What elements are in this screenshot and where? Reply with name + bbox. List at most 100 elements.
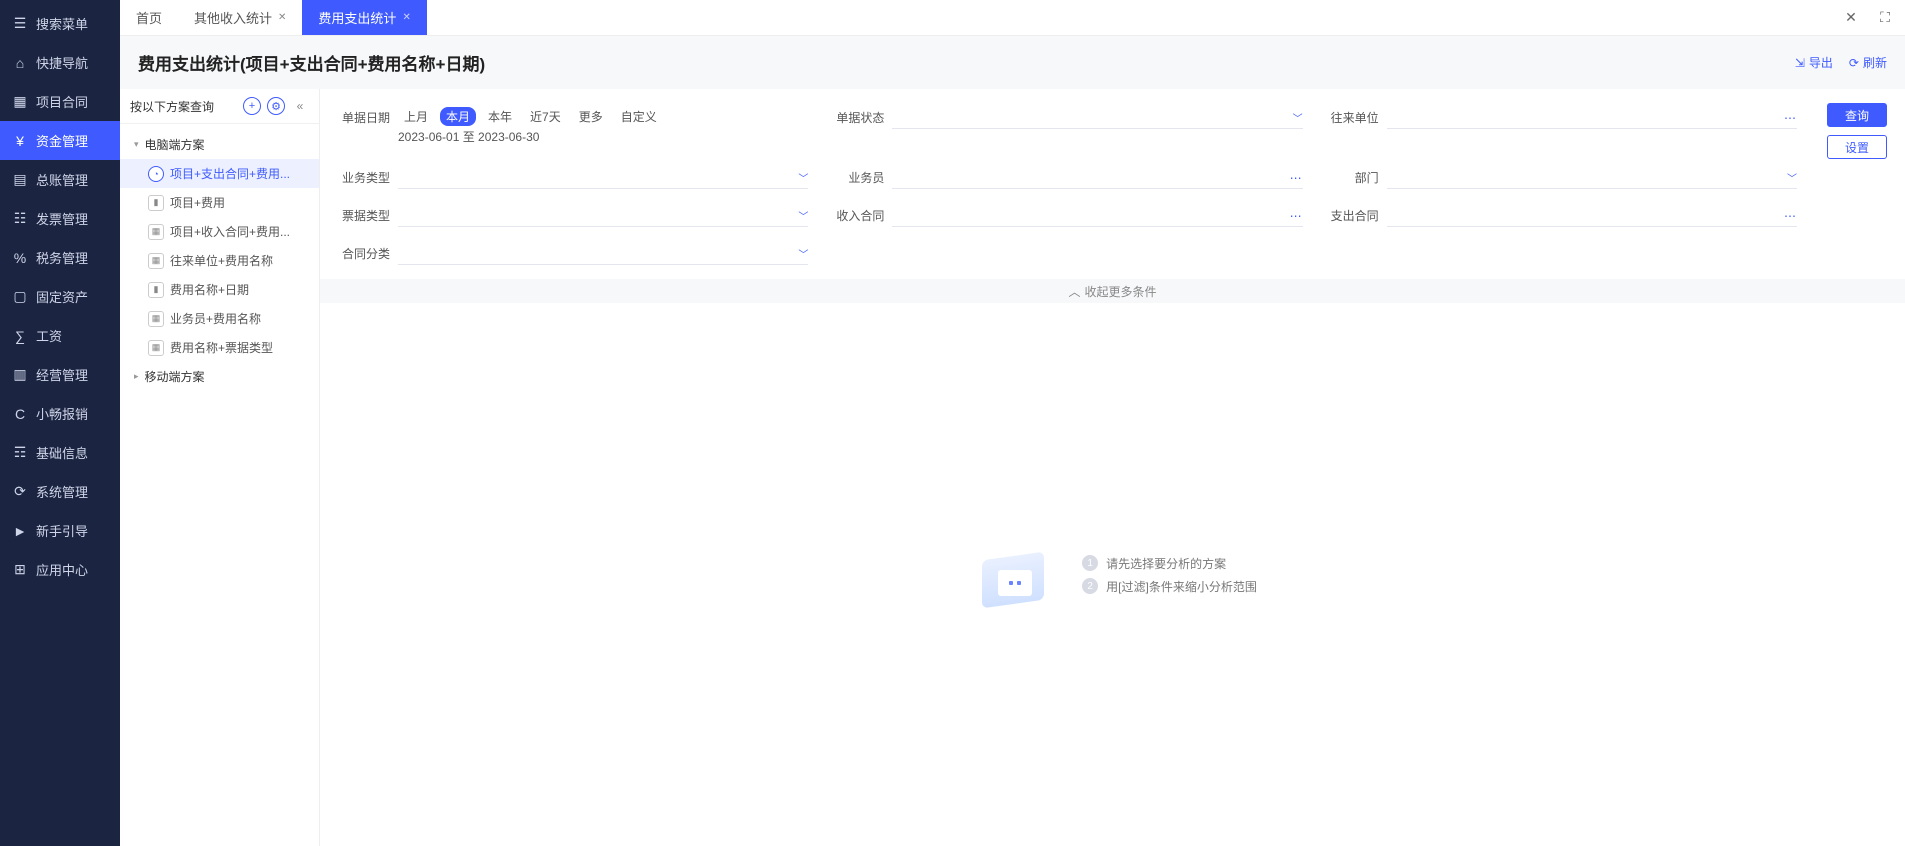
tab-bar: 首页其他收入统计✕费用支出统计✕ ✕ ⛶ <box>120 0 1905 36</box>
sidebar-item-1[interactable]: ⌂ 快捷导航 <box>0 43 120 82</box>
sidebar-label: 工资 <box>36 326 62 345</box>
add-plan-button[interactable]: + <box>243 97 261 115</box>
tree-leaf-0-0[interactable]: ◔项目+支出合同+费用... <box>120 159 319 188</box>
sidebar-label: 发票管理 <box>36 209 88 228</box>
filter-input[interactable]: ﹀ <box>398 167 808 189</box>
tree-leaf-0-6[interactable]: ▦费用名称+票据类型 <box>120 333 319 362</box>
filter-label: 往来单位 <box>1327 107 1387 126</box>
sidebar-item-6[interactable]: %税务管理 <box>0 238 120 277</box>
sidebar-label: 固定资产 <box>36 287 88 306</box>
sidebar-icon: ⊞ <box>12 562 28 578</box>
close-icon[interactable]: ✕ <box>1839 6 1863 30</box>
settings-button[interactable]: 设置 <box>1827 135 1887 159</box>
sidebar-item-7[interactable]: ▢固定资产 <box>0 277 120 316</box>
refresh-icon: ⟳ <box>1849 56 1859 70</box>
sidebar-item-12[interactable]: ⟳系统管理 <box>0 472 120 511</box>
filter-label: 业务类型 <box>338 167 398 186</box>
tree-group-label: 移动端方案 <box>145 368 205 385</box>
tab-2[interactable]: 费用支出统计✕ <box>302 0 426 35</box>
tree-group-0[interactable]: ▾电脑端方案 <box>120 130 319 159</box>
tab-0[interactable]: 首页 <box>120 0 178 35</box>
refresh-button[interactable]: ⟳ 刷新 <box>1849 54 1887 71</box>
filter-收入合同: 收入合同⋯ <box>832 197 1302 235</box>
sidebar-icon: ☰ <box>12 16 28 32</box>
page-header: 费用支出统计(项目+支出合同+费用名称+日期) ⇲ 导出 ⟳ 刷新 <box>120 36 1905 89</box>
filter-input[interactable]: ﹀ <box>1387 167 1797 189</box>
fullscreen-icon[interactable]: ⛶ <box>1873 6 1897 30</box>
sidebar-item-14[interactable]: ⊞应用中心 <box>0 550 120 589</box>
filter-票据类型: 票据类型﹀ <box>338 197 808 235</box>
sidebar-item-11[interactable]: ☶基础信息 <box>0 433 120 472</box>
filter-label: 单据状态 <box>832 107 892 126</box>
date-range-text: 2023-06-01 至 2023-06-30 <box>398 128 663 145</box>
date-option[interactable]: 近7天 <box>524 107 567 126</box>
sidebar-label: 搜索菜单 <box>36 14 88 33</box>
empty-step-2: 2用[过滤]条件来缩小分析范围 <box>1082 578 1257 595</box>
tree-leaf-0-2[interactable]: ▦项目+收入合同+费用... <box>120 217 319 246</box>
sidebar-item-8[interactable]: ∑ 工资 <box>0 316 120 355</box>
filter-input[interactable]: ﹀ <box>398 205 808 227</box>
filter-input[interactable]: ⋯ <box>1387 205 1797 227</box>
leaf-label: 费用名称+日期 <box>170 281 249 298</box>
query-button[interactable]: 查询 <box>1827 103 1887 127</box>
sidebar-item-10[interactable]: C小畅报销 <box>0 394 120 433</box>
sidebar-label: 系统管理 <box>36 482 88 501</box>
sidebar-label: 总账管理 <box>36 170 88 189</box>
filter-actions: 查询设置 <box>1827 99 1887 159</box>
sidebar-label: 新手引导 <box>36 521 88 540</box>
date-option[interactable]: 上月 <box>398 107 434 126</box>
date-option[interactable]: 本年 <box>482 107 518 126</box>
tree-leaf-0-5[interactable]: ▦业务员+费用名称 <box>120 304 319 333</box>
caret-icon: ▸ <box>134 371 139 382</box>
sidebar-label: 快捷导航 <box>36 53 88 72</box>
filter-label: 合同分类 <box>338 243 398 262</box>
filter-往来单位: 往来单位⋯ <box>1327 99 1797 159</box>
tree-leaf-0-4[interactable]: ▮费用名称+日期 <box>120 275 319 304</box>
date-option[interactable]: 本月 <box>440 107 476 126</box>
sidebar-item-0[interactable]: ☰ 搜索菜单 <box>0 4 120 43</box>
sidebar-item-2[interactable]: ▦ 项目合同 <box>0 82 120 121</box>
page-title: 费用支出统计(项目+支出合同+费用名称+日期) <box>138 50 485 75</box>
tab-close-icon[interactable]: ✕ <box>402 12 410 23</box>
sidebar-label: 小畅报销 <box>36 404 88 423</box>
filter-input[interactable]: ﹀ <box>892 107 1302 129</box>
sidebar-icon: ☷ <box>12 211 28 227</box>
sidebar-icon: ▦ <box>12 94 28 110</box>
empty-illustration <box>968 530 1058 620</box>
sidebar-item-9[interactable]: ▥经营管理 <box>0 355 120 394</box>
leaf-label: 项目+支出合同+费用... <box>170 165 290 182</box>
date-option[interactable]: 自定义 <box>615 107 663 126</box>
filter-input[interactable]: ⋯ <box>892 205 1302 227</box>
sidebar-label: 经营管理 <box>36 365 88 384</box>
tab-close-icon[interactable]: ✕ <box>278 12 286 23</box>
leaf-label: 往来单位+费用名称 <box>170 252 273 269</box>
sidebar-label: 项目合同 <box>36 92 88 111</box>
leaf-icon: ▦ <box>148 311 164 327</box>
tab-1[interactable]: 其他收入统计 ✕ <box>178 0 302 35</box>
collapse-filters-button[interactable]: ︿ 收起更多条件 <box>320 279 1905 303</box>
sidebar-item-3[interactable]: ¥资金管理 <box>0 121 120 160</box>
tab-label: 其他收入统计 <box>194 8 272 27</box>
tree-group-label: 电脑端方案 <box>145 136 205 153</box>
leaf-icon: ▦ <box>148 253 164 269</box>
tree-leaf-0-1[interactable]: ▮项目+费用 <box>120 188 319 217</box>
tree-group-1[interactable]: ▸ 移动端方案 <box>120 362 319 391</box>
filter-label: 部门 <box>1327 167 1387 186</box>
date-option[interactable]: 更多 <box>573 107 609 126</box>
filter-input[interactable]: ﹀ <box>398 243 808 265</box>
plan-settings-button[interactable]: ⚙ <box>267 97 285 115</box>
filter-input[interactable]: ⋯ <box>892 167 1302 189</box>
filter-input[interactable]: ⋯ <box>1387 107 1797 129</box>
sidebar-item-5[interactable]: ☷ 发票管理 <box>0 199 120 238</box>
sidebar-item-13[interactable]: ►新手引导 <box>0 511 120 550</box>
sidebar-icon: % <box>12 250 28 266</box>
sidebar-label: 基础信息 <box>36 443 88 462</box>
collapse-plan-icon[interactable]: « <box>291 97 309 115</box>
sidebar-item-4[interactable]: ▤总账管理 <box>0 160 120 199</box>
filter-label: 单据日期 <box>338 107 398 126</box>
tree-leaf-0-3[interactable]: ▦ 往来单位+费用名称 <box>120 246 319 275</box>
sidebar-icon: ⌂ <box>12 55 28 71</box>
export-button[interactable]: ⇲ 导出 <box>1795 54 1833 71</box>
sidebar-label: 资金管理 <box>36 131 88 150</box>
sidebar-icon: ∑ <box>12 328 28 344</box>
